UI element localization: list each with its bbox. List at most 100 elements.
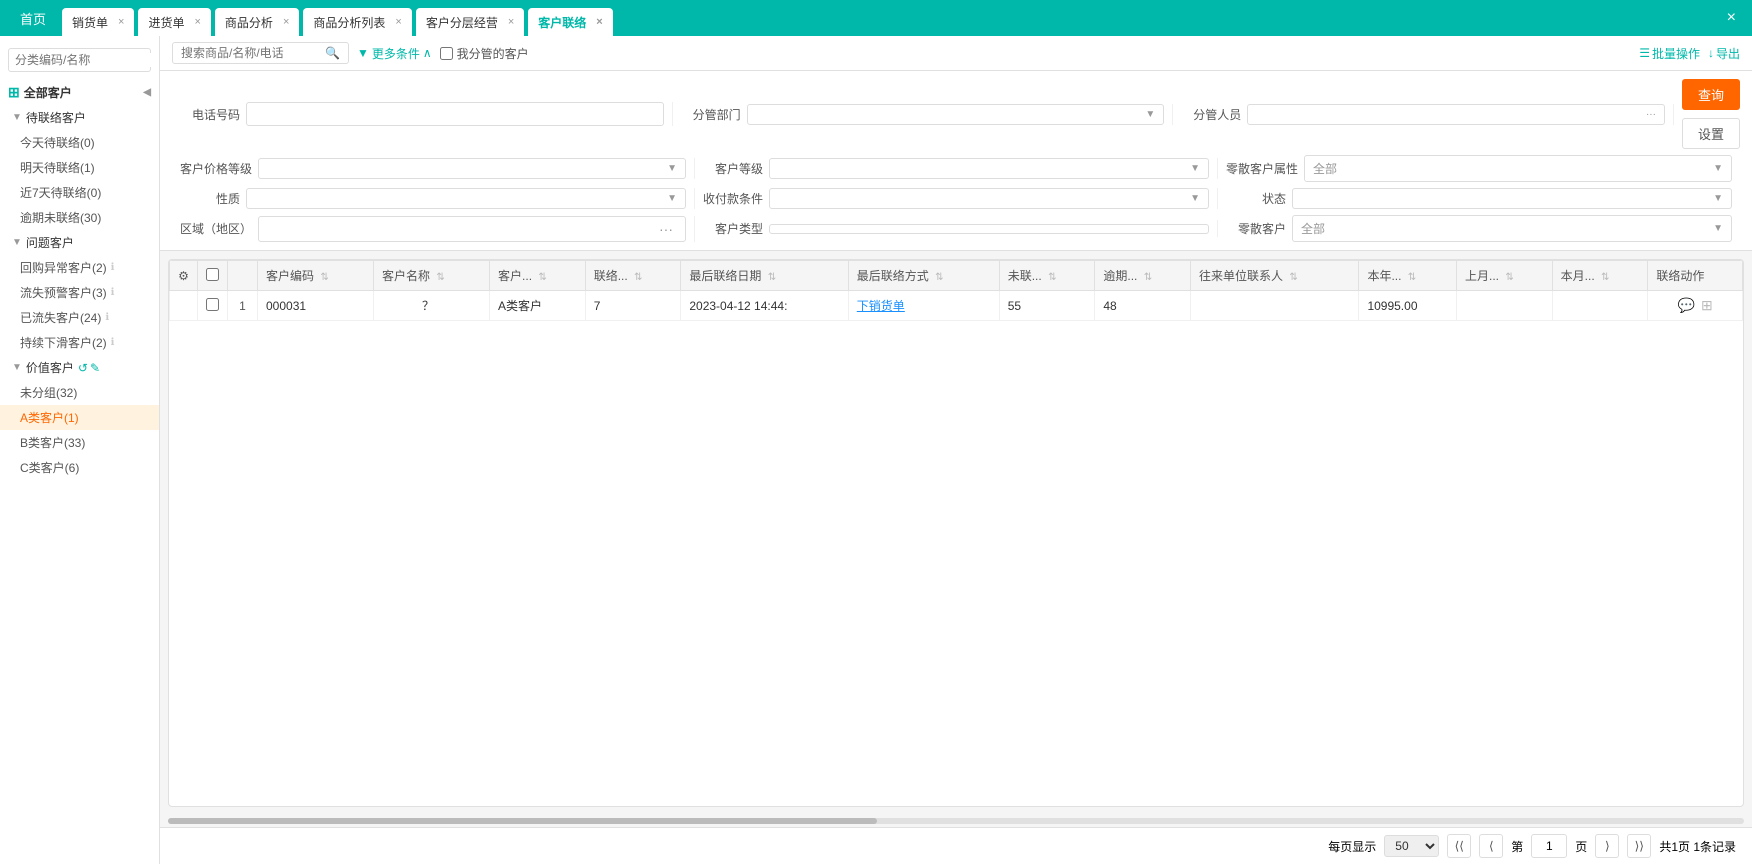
col-this-month[interactable]: 本月... ⇅ (1552, 261, 1648, 291)
sidebar-group-problem[interactable]: ▼ 问题客户 (0, 230, 159, 255)
dept-select[interactable]: ▼ (747, 104, 1165, 125)
sidebar-item-tomorrow[interactable]: 明天待联络(1) (0, 155, 159, 180)
price-level-select[interactable]: ▼ (258, 158, 686, 179)
sidebar-search-box[interactable]: 🔍 (8, 48, 151, 72)
customer-type-select[interactable] (769, 224, 1209, 234)
sidebar-item-today[interactable]: 今天待联络(0) (0, 130, 159, 155)
page-input[interactable] (1531, 834, 1567, 858)
filter-cell-customer-level: 客户等级 ▼ (695, 158, 1218, 179)
sidebar-item-week[interactable]: 近7天待联络(0) (0, 180, 159, 205)
last-method-link[interactable]: 下销货单 (857, 299, 905, 313)
row-last-method[interactable]: 下销货单 (848, 291, 999, 321)
row-name[interactable]: ？ (374, 291, 490, 321)
row-last-month (1457, 291, 1553, 321)
col-category-label: 客户... (498, 269, 532, 283)
nav-tab-0[interactable]: 销货单 × (62, 8, 134, 36)
col-unit-contact-label: 往来单位联系人 (1199, 269, 1283, 283)
nav-tab-close-0[interactable]: × (118, 16, 124, 28)
col-contacts-label: 联络... (594, 269, 628, 283)
prev-page-btn[interactable]: ⟨ (1479, 834, 1503, 858)
sidebar-item-lost[interactable]: 已流失客户(24) ℹ (0, 305, 159, 330)
scrollbar-thumb[interactable] (168, 818, 877, 824)
region-more-icon[interactable]: ··· (655, 221, 677, 237)
phone-input[interactable] (246, 102, 664, 126)
col-code[interactable]: 客户编码 ⇅ (258, 261, 374, 291)
row-check-input[interactable] (206, 298, 219, 311)
nav-tab-close-1[interactable]: × (194, 16, 200, 28)
nav-tab-2[interactable]: 商品分析 × (215, 8, 299, 36)
sidebar-item-c-class[interactable]: C类客户(6) (0, 455, 159, 480)
nav-tab-close-2[interactable]: × (283, 16, 289, 28)
nature-select[interactable]: ▼ (246, 188, 686, 209)
retail-attr-select[interactable]: 全部 ▼ (1304, 155, 1732, 182)
person-select[interactable]: ··· (1247, 104, 1665, 125)
grid-action-icon[interactable]: ⊞ (1701, 297, 1713, 314)
col-not-contacted-label: 未联... (1008, 269, 1042, 283)
col-category[interactable]: 客户... ⇅ (490, 261, 586, 291)
sidebar-group-value[interactable]: ▼ 价值客户 ↺ ✎ (0, 355, 159, 380)
col-last-month[interactable]: 上月... ⇅ (1457, 261, 1553, 291)
chat-action-icon[interactable]: 💬 (1678, 297, 1695, 314)
page-size-select[interactable]: 50 100 200 (1384, 835, 1439, 857)
sidebar-search-input[interactable] (15, 53, 160, 67)
sidebar-item-b-class[interactable]: B类客户(33) (0, 430, 159, 455)
nav-tab-close-3[interactable]: × (395, 16, 401, 28)
all-customers-header[interactable]: ⊞ 全部客户 ◀ (0, 80, 159, 105)
sidebar-item-declining[interactable]: 持续下滑客户(2) ℹ (0, 330, 159, 355)
sidebar-item-overdue[interactable]: 逾期未联络(30) (0, 205, 159, 230)
sort-icon-method: ⇅ (935, 272, 943, 283)
col-code-label: 客户编码 (266, 269, 314, 283)
sidebar-item-ungroup[interactable]: 未分组(32) (0, 380, 159, 405)
export-btn[interactable]: ↓ 导出 (1708, 45, 1740, 62)
sidebar-item-a-class[interactable]: A类客户(1) (0, 405, 159, 430)
nav-tab-5[interactable]: 客户联络 × (528, 8, 612, 36)
sidebar-item-lost-warning[interactable]: 流失预警客户(3) ℹ (0, 280, 159, 305)
filter-search-input[interactable] (181, 46, 321, 60)
nav-tab-close-4[interactable]: × (508, 16, 514, 28)
filter-cell-payment: 收付款条件 ▼ (695, 188, 1218, 209)
payment-select[interactable]: ▼ (769, 188, 1209, 209)
price-level-caret: ▼ (667, 163, 677, 174)
nav-tab-4[interactable]: 客户分层经营 × (416, 8, 524, 36)
export-label: 导出 (1716, 45, 1740, 62)
col-settings[interactable]: ⚙ (170, 261, 198, 291)
sort-icon-date: ⇅ (768, 272, 776, 283)
retail-select[interactable]: 全部 ▼ (1292, 215, 1732, 242)
nav-tab-1[interactable]: 进货单 × (138, 8, 210, 36)
col-overdue[interactable]: 逾期... ⇅ (1095, 261, 1191, 291)
region-select[interactable]: ··· (258, 216, 686, 242)
nav-home[interactable]: 首页 (8, 0, 58, 36)
col-this-year[interactable]: 本年... ⇅ (1359, 261, 1457, 291)
status-select[interactable]: ▼ (1292, 188, 1732, 209)
col-last-date[interactable]: 最后联络日期 ⇅ (681, 261, 848, 291)
refresh-icon[interactable]: ↺ (78, 361, 88, 375)
settings-button[interactable]: 设置 (1682, 118, 1740, 149)
sidebar-group-pending[interactable]: ▼ 待联络客户 (0, 105, 159, 130)
last-page-btn[interactable]: ⟩⟩ (1627, 834, 1651, 858)
horizontal-scrollbar[interactable] (160, 815, 1752, 827)
retail-attr-value: 全部 (1313, 160, 1337, 177)
col-last-method[interactable]: 最后联络方式 ⇅ (848, 261, 999, 291)
nav-tab-close-5[interactable]: × (596, 16, 602, 28)
filter-search-box[interactable]: 🔍 (172, 42, 349, 64)
tomorrow-contact-label: 明天待联络(1) (20, 159, 95, 176)
close-all-tabs[interactable]: × (1719, 9, 1744, 27)
my-customers-label: 我分管的客户 (457, 45, 529, 62)
col-not-contacted[interactable]: 未联... ⇅ (999, 261, 1095, 291)
my-customers-check-input[interactable] (440, 47, 453, 60)
batch-op-btn[interactable]: ☰ 批量操作 (1639, 45, 1700, 62)
edit-icon[interactable]: ✎ (90, 361, 100, 375)
col-unit-contact[interactable]: 往来单位联系人 ⇅ (1191, 261, 1359, 291)
col-contacts[interactable]: 联络... ⇅ (585, 261, 681, 291)
filter-more-btn[interactable]: ▼ 更多条件 ∧ (357, 45, 432, 62)
customer-level-select[interactable]: ▼ (769, 158, 1209, 179)
col-name[interactable]: 客户名称 ⇅ (374, 261, 490, 291)
select-all-checkbox[interactable] (206, 268, 219, 281)
sidebar-item-abnormal[interactable]: 回购异常客户(2) ℹ (0, 255, 159, 280)
next-page-btn[interactable]: ⟩ (1595, 834, 1619, 858)
query-button[interactable]: 查询 (1682, 79, 1740, 110)
nav-tab-3[interactable]: 商品分析列表 × (303, 8, 411, 36)
first-page-btn[interactable]: ⟨⟨ (1447, 834, 1471, 858)
row-checkbox[interactable] (198, 291, 228, 321)
my-customers-checkbox[interactable]: 我分管的客户 (440, 45, 529, 62)
